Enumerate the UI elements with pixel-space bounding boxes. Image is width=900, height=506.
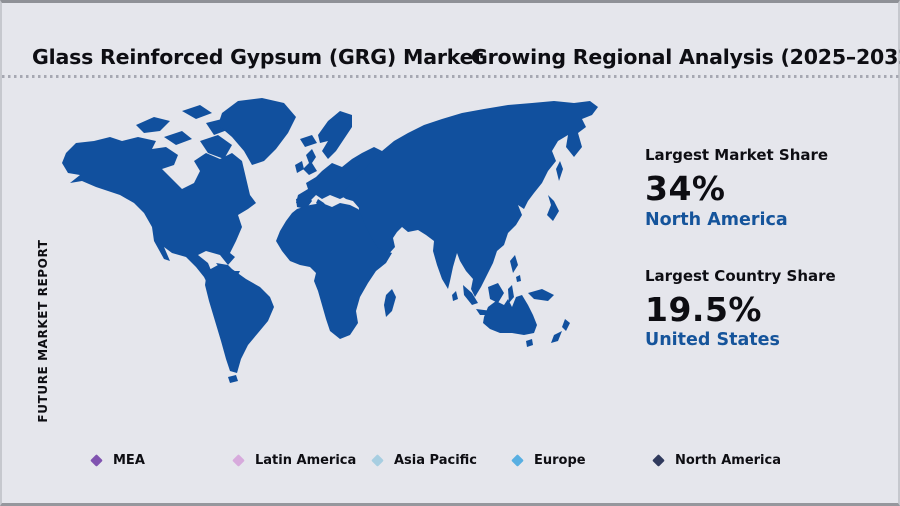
legend-item-latin-america: Latin America	[232, 447, 357, 473]
legend-item-north-america: North America	[652, 447, 781, 473]
legend-diamond-icon	[371, 453, 384, 467]
world-map	[60, 91, 600, 421]
stat-largest-country-share: Largest Country Share 19.5% United State…	[645, 267, 895, 351]
legend-diamond-icon	[511, 453, 524, 467]
brand-vertical-text: FUTURE MARKET REPORT	[36, 239, 50, 423]
page-title-right: Growing Regional Analysis (2025–2032)	[471, 45, 900, 69]
legend-diamond-icon	[652, 453, 665, 467]
stat-largest-market-share: Largest Market Share 34% North America	[645, 146, 895, 230]
world-map-svg	[62, 98, 598, 383]
legend-item-europe: Europe	[511, 447, 586, 473]
stat-value: 34%	[645, 169, 726, 208]
legend-label: Latin America	[255, 452, 357, 468]
stat-label: Largest Market Share	[645, 146, 829, 164]
legend-label: Asia Pacific	[394, 452, 478, 468]
legend-item-asia-pacific: Asia Pacific	[371, 447, 478, 473]
stats-panel: Largest Market Share 34% North America L…	[645, 146, 895, 387]
world-landmass	[62, 98, 598, 383]
legend-label: North America	[675, 452, 781, 468]
legend-item-mea: MEA	[90, 447, 145, 473]
legend-diamond-icon	[232, 453, 245, 467]
legend-diamond-icon	[90, 453, 103, 467]
legend-label: MEA	[113, 452, 145, 468]
legend-label: Europe	[534, 452, 586, 468]
infographic-root: { "header": { "title_left": "Glass Reinf…	[0, 0, 900, 506]
legend: MEA Latin America Asia Pacific Europe No…	[2, 447, 900, 473]
stat-value: 19.5%	[645, 289, 762, 329]
stat-region: North America	[645, 209, 788, 230]
stat-region: United States	[645, 330, 780, 351]
page-title-left: Glass Reinforced Gypsum (GRG) Market	[32, 45, 483, 69]
stat-label: Largest Country Share	[645, 266, 836, 285]
dotted-separator	[2, 75, 900, 78]
